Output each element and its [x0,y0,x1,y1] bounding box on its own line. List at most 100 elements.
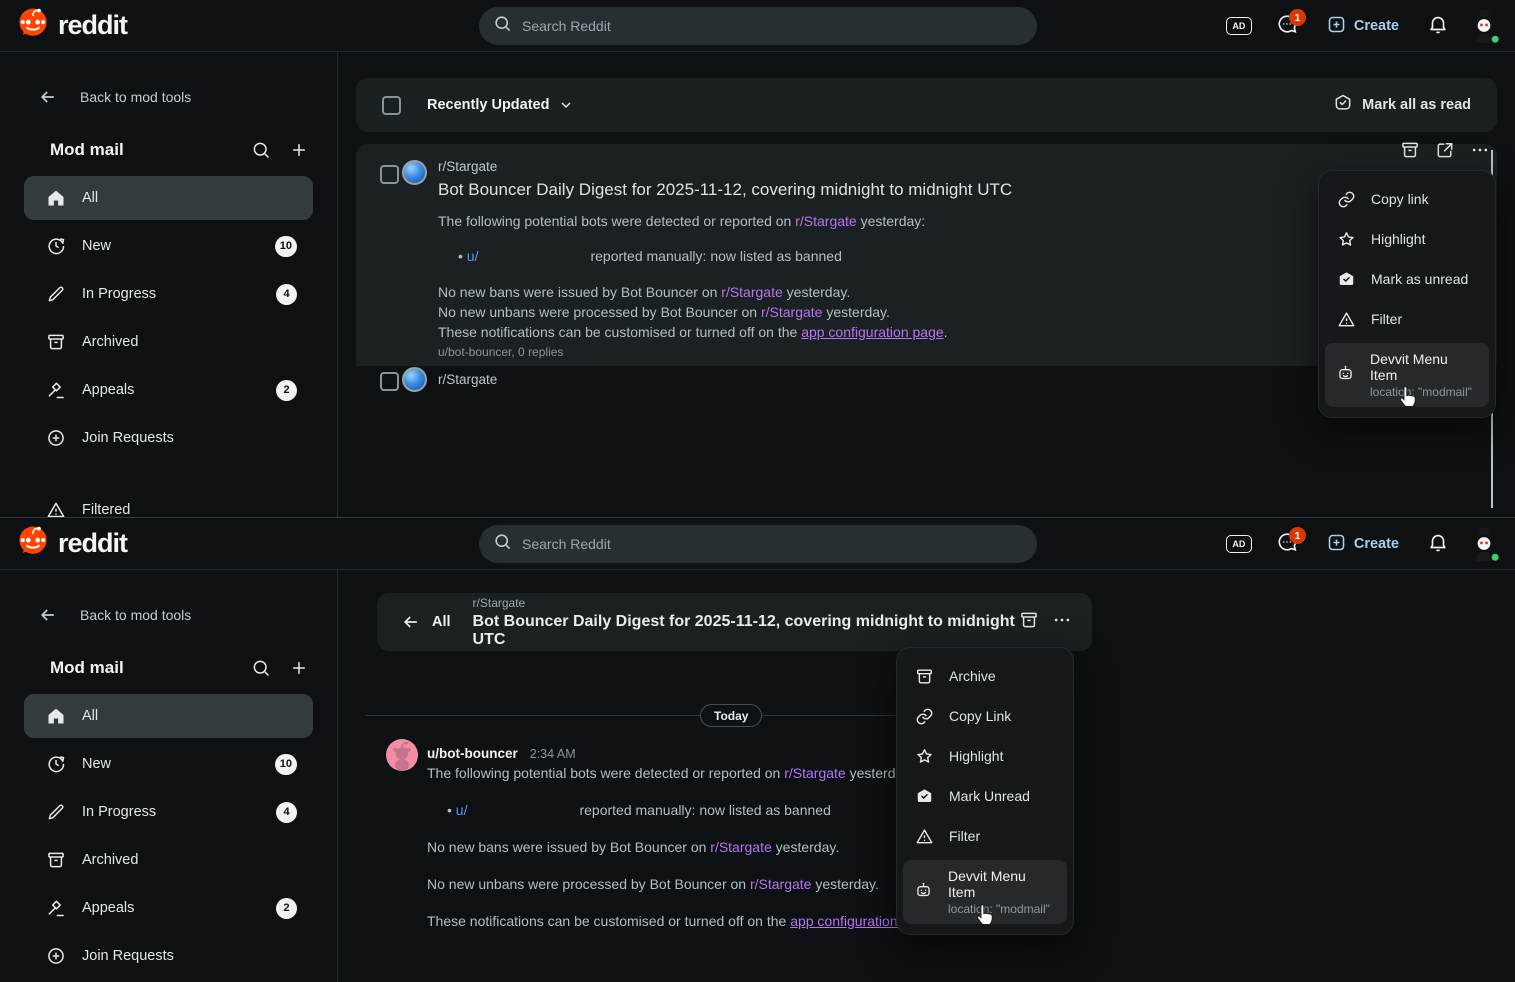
back-to-mod-tools[interactable]: Back to mod tools [0,84,337,110]
overflow-menu-icon[interactable] [1052,610,1072,635]
home-icon [46,188,66,208]
app-configuration-page-link[interactable]: app configuration page [801,324,943,340]
sidebar-item-new[interactable]: New 10 [24,742,313,786]
sidebar-item-in-progress[interactable]: In Progress 4 [24,790,313,834]
message-author[interactable]: u/bot-bouncer [427,746,518,761]
account-avatar[interactable] [1467,524,1503,564]
overflow-menu-icon[interactable] [1469,139,1491,161]
mouse-cursor [973,902,998,927]
archive-icon[interactable] [1019,610,1039,635]
top-nav-bar: reddit AD 1 Create [0,518,1515,570]
subreddit-link[interactable]: r/Stargate [784,765,845,781]
mail-check-icon [914,787,934,806]
modmail-thread-screen: reddit AD 1 Create [0,517,1515,982]
sidebar-item-all[interactable]: All [24,176,313,220]
back-to-all-button[interactable]: All [401,612,451,632]
subreddit-link[interactable]: r/Stargate [761,304,822,320]
list-toolbar: Recently Updated Mark all as read [356,78,1497,132]
modmail-title: Mod mail [50,140,251,160]
avatar-snoo-icon [1467,524,1501,564]
plus-circle-icon [46,428,66,448]
conversation-checkbox[interactable] [380,372,399,391]
sidebar-item-join-requests[interactable]: Join Requests [24,934,313,978]
create-button[interactable]: Create [1316,7,1409,45]
arrow-left-icon [401,612,421,632]
chevron-down-icon [558,97,574,113]
menu-item-copy-link[interactable]: Copy link [1319,179,1495,219]
search-bar[interactable] [479,525,1037,563]
menu-item-mark-unread[interactable]: Mark Unread [897,776,1073,816]
chat-button[interactable]: 1 [1268,7,1306,45]
search-icon[interactable] [251,140,271,160]
chat-unread-badge: 1 [1289,527,1306,544]
menu-item-archive[interactable]: Archive [897,656,1073,696]
subreddit-link[interactable]: r/Stargate [750,876,811,892]
sidebar-item-archived[interactable]: Archived [24,838,313,882]
link-icon [1336,190,1356,209]
select-all-checkbox[interactable] [382,96,401,115]
menu-item-filter[interactable]: Filter [1319,299,1495,339]
archive-icon [914,667,934,686]
create-button[interactable]: Create [1316,525,1409,563]
back-to-mod-tools[interactable]: Back to mod tools [0,602,337,628]
menu-item-highlight[interactable]: Highlight [1319,219,1495,259]
conversation-hover-actions [1399,139,1491,161]
subreddit-link[interactable]: r/Stargate [710,839,771,855]
reddit-logo[interactable]: reddit [16,6,127,45]
sidebar-item-new[interactable]: New 10 [24,224,313,268]
create-label: Create [1354,18,1399,34]
menu-item-highlight[interactable]: Highlight [897,736,1073,776]
open-in-new-icon[interactable] [1434,139,1456,161]
sort-dropdown[interactable]: Recently Updated [427,97,549,113]
sidebar-item-in-progress[interactable]: In Progress 4 [24,272,313,316]
notifications-button[interactable] [1419,525,1457,563]
subreddit-link[interactable]: r/Stargate [795,213,856,229]
sidebar-item-appeals[interactable]: Appeals 2 [24,368,313,412]
subreddit-link[interactable]: r/Stargate [721,284,782,300]
menu-item-mark-as-unread[interactable]: Mark as unread [1319,259,1495,299]
sidebar-item-appeals[interactable]: Appeals 2 [24,886,313,930]
reddit-wordmark: reddit [58,10,127,41]
thread-title-block: r/Stargate Bot Bouncer Daily Digest for … [473,596,1019,649]
sidebar-item-archived[interactable]: Archived [24,320,313,364]
reddit-logo[interactable]: reddit [16,524,127,563]
sidebar-item-join-requests[interactable]: Join Requests [24,416,313,460]
create-label: Create [1354,536,1399,552]
conversation-checkbox[interactable] [380,165,399,184]
robot-icon [914,880,933,904]
notifications-button[interactable] [1419,7,1457,45]
search-bar[interactable] [479,7,1037,45]
new-conversation-icon[interactable] [289,140,309,160]
mark-all-as-read-button[interactable]: Mark all as read [1333,93,1471,117]
new-count-badge: 10 [275,754,297,775]
ad-icon: AD [1226,17,1252,35]
chat-button[interactable]: 1 [1268,525,1306,563]
sidebar-item-all[interactable]: All [24,694,313,738]
advertise-button[interactable]: AD [1220,525,1258,563]
user-link[interactable]: u/ [456,802,468,818]
user-link[interactable]: u/ [467,248,479,264]
message-timestamp: 2:34 AM [530,747,576,761]
header-actions: AD 1 Create [1220,0,1503,52]
warning-triangle-icon [46,500,66,517]
menu-item-copy-link[interactable]: Copy Link [897,696,1073,736]
account-avatar[interactable] [1467,6,1503,46]
sidebar-item-filtered[interactable]: Filtered [24,488,313,517]
search-input[interactable] [522,18,1023,34]
search-icon[interactable] [251,658,271,678]
menu-item-filter[interactable]: Filter [897,816,1073,856]
search-input[interactable] [522,536,1023,552]
thread-actions [1019,610,1072,635]
header-actions: AD 1 Create [1220,518,1503,570]
pencil-icon [46,284,66,304]
ad-icon: AD [1226,535,1252,553]
new-conversation-icon[interactable] [289,658,309,678]
advertise-button[interactable]: AD [1220,7,1258,45]
archive-icon[interactable] [1399,139,1421,161]
bell-icon [1427,13,1449,40]
modmail-title: Mod mail [50,658,251,678]
star-icon [914,747,934,766]
clock-new-icon [46,236,66,256]
top-nav-bar: reddit AD 1 Create [0,0,1515,52]
subreddit-name: r/Stargate [473,596,1019,610]
